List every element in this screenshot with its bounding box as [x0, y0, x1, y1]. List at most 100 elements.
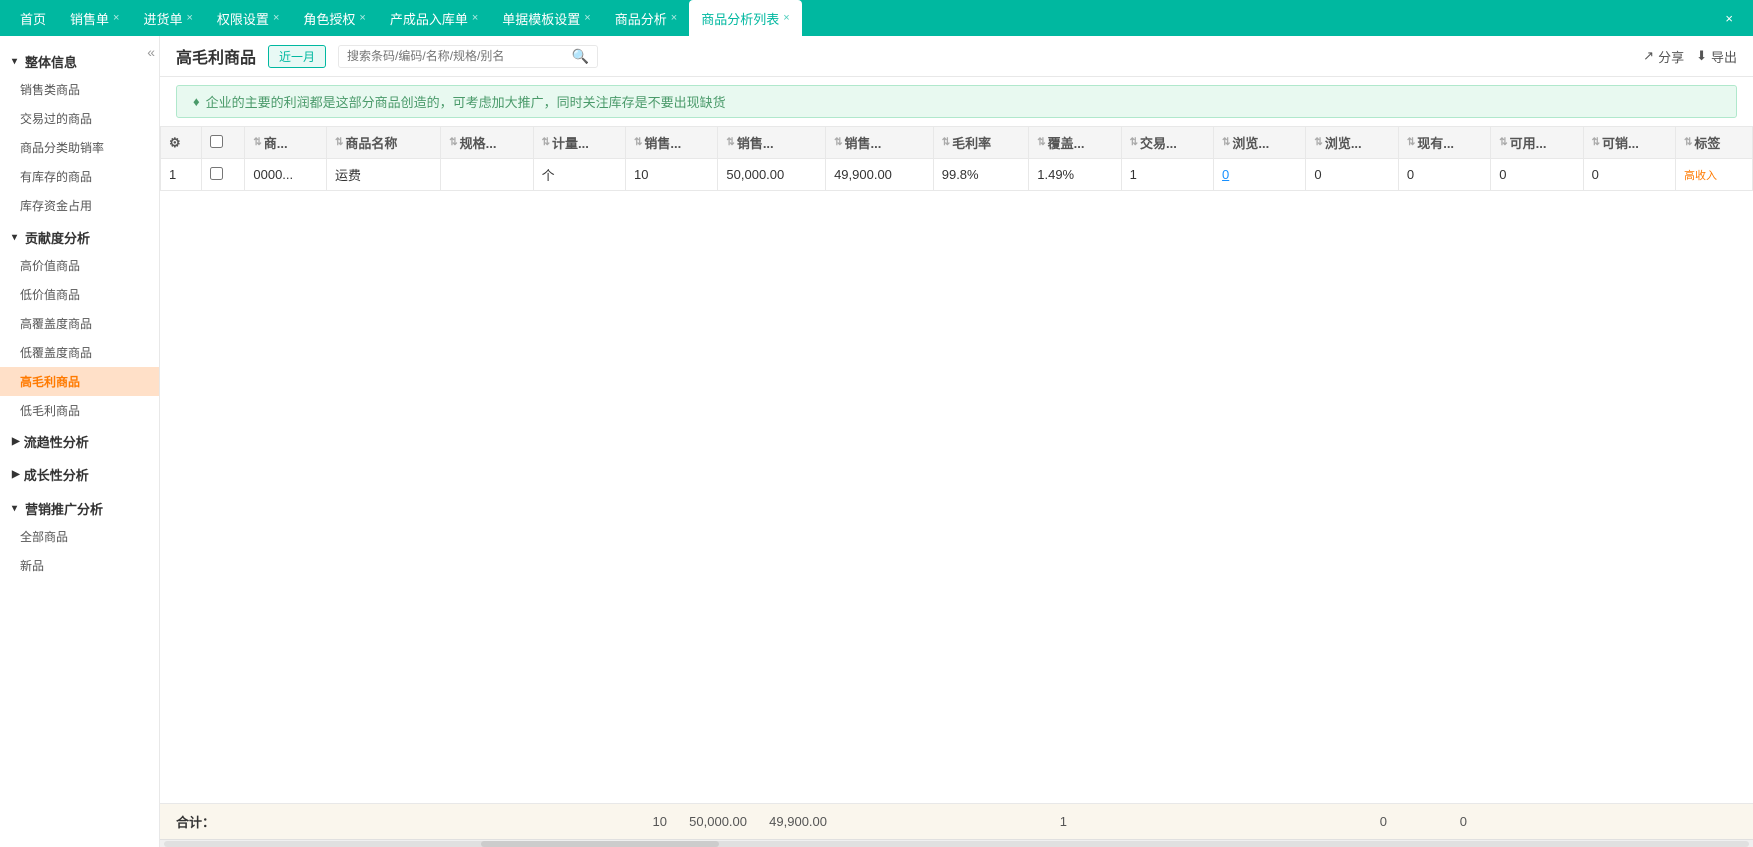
col-header-code[interactable]: ⇅商... — [245, 127, 327, 159]
horizontal-scrollbar[interactable] — [160, 839, 1753, 847]
sidebar-item-高毛利商品[interactable]: 高毛利商品 — [0, 367, 159, 396]
col-header-sales_amount[interactable]: ⇅销售... — [718, 127, 826, 159]
select-all-checkbox[interactable] — [210, 135, 223, 148]
col-header-sales_profit[interactable]: ⇅销售... — [826, 127, 934, 159]
period-btn-month[interactable]: 近一月 — [268, 45, 326, 68]
sidebar-item-销售类商品[interactable]: 销售类商品 — [0, 75, 159, 104]
sort-icon-tag: ⇅ — [1684, 137, 1692, 148]
row-checkbox-0[interactable] — [210, 167, 223, 180]
info-icon: ♦ — [193, 94, 200, 109]
nav-item-单据模板设置[interactable]: 单据模板设置× — [490, 0, 602, 36]
browse1-link[interactable]: 0 — [1222, 167, 1229, 182]
sort-icon-gross_rate: ⇅ — [942, 137, 950, 148]
col-header-gross_rate[interactable]: ⇅毛利率 — [933, 127, 1029, 159]
sidebar-item-高价值商品[interactable]: 高价值商品 — [0, 251, 159, 280]
sidebar-group-营销推广分析[interactable]: ▾营销推广分析 — [0, 491, 159, 522]
cell-coverage-0: 1.49% — [1029, 159, 1121, 191]
nav-close-单据模板设置[interactable]: × — [584, 12, 590, 24]
nav-close-权限设置[interactable]: × — [273, 12, 279, 24]
nav-item-商品分析列表[interactable]: 商品分析列表× — [689, 0, 801, 36]
footer-cell-8: 49,900.00 — [755, 814, 835, 829]
col-header-spec[interactable]: ⇅规格... — [441, 127, 533, 159]
sidebar-group-贡献度分析[interactable]: ▾贡献度分析 — [0, 220, 159, 251]
cell-index-0: 1 — [161, 159, 202, 191]
col-header-transaction[interactable]: ⇅交易... — [1121, 127, 1213, 159]
app-close-btn[interactable]: × — [1713, 0, 1745, 36]
sidebar-item-库存资金占用[interactable]: 库存资金占用 — [0, 191, 159, 220]
info-text: 企业的主要的利润都是这部分商品创造的，可考虑加大推广，同时关注库存是不要出现缺货 — [206, 92, 726, 111]
nav-item-商品分析[interactable]: 商品分析× — [603, 0, 689, 36]
data-table: ⚙⇅商...⇅商品名称⇅规格...⇅计量...⇅销售...⇅销售...⇅销售..… — [160, 126, 1753, 191]
search-input[interactable] — [347, 49, 572, 63]
sidebar-item-低毛利商品[interactable]: 低毛利商品 — [0, 396, 159, 425]
settings-icon[interactable]: ⚙ — [169, 135, 181, 151]
export-btn[interactable]: ⬇ 导出 — [1696, 47, 1737, 66]
footer-cell-7: 50,000.00 — [675, 814, 755, 829]
nav-item-首页[interactable]: 首页 — [8, 0, 58, 36]
nav-item-进货单[interactable]: 进货单× — [131, 0, 204, 36]
chevron-down-icon: ▾ — [12, 503, 17, 514]
col-header-tag[interactable]: ⇅标签 — [1675, 127, 1752, 159]
cell-browse2-0: 0 — [1306, 159, 1398, 191]
nav-item-权限设置[interactable]: 权限设置× — [205, 0, 291, 36]
nav-item-产成品入库单[interactable]: 产成品入库单× — [378, 0, 490, 36]
col-header-saleable[interactable]: ⇅可销... — [1583, 127, 1675, 159]
col-header-browse2[interactable]: ⇅浏览... — [1306, 127, 1398, 159]
sidebar-item-交易过的商品[interactable]: 交易过的商品 — [0, 104, 159, 133]
col-header-sales_qty[interactable]: ⇅销售... — [626, 127, 718, 159]
sidebar-group-expand-成长性分析[interactable]: ▶成长性分析 — [0, 458, 159, 491]
sidebar-group-整体信息[interactable]: ▾整体信息 — [0, 44, 159, 75]
nav-item-销售单[interactable]: 销售单× — [58, 0, 131, 36]
cell-spec-0 — [441, 159, 533, 191]
nav-close-角色授权[interactable]: × — [359, 12, 365, 24]
cell-checkbox-0 — [202, 159, 245, 191]
chevron-down-icon: ▾ — [12, 56, 17, 67]
cell-name-0: 运费 — [327, 159, 441, 191]
share-icon: ↗ — [1643, 48, 1654, 64]
sidebar-collapse-btn[interactable]: « — [147, 44, 155, 60]
sidebar-item-新品[interactable]: 新品 — [0, 551, 159, 580]
sidebar-item-低覆盖度商品[interactable]: 低覆盖度商品 — [0, 338, 159, 367]
footer-label: 合计： — [176, 812, 215, 831]
export-icon: ⬇ — [1696, 48, 1707, 64]
col-header-browse1[interactable]: ⇅浏览... — [1214, 127, 1306, 159]
nav-item-角色授权[interactable]: 角色授权× — [291, 0, 377, 36]
nav-close-进货单[interactable]: × — [186, 12, 192, 24]
sort-icon-saleable: ⇅ — [1592, 137, 1600, 148]
sort-icon-unit: ⇅ — [542, 137, 550, 148]
header-right: ↗ 分享 ⬇ 导出 — [1643, 47, 1737, 66]
col-header-available[interactable]: ⇅可用... — [1491, 127, 1583, 159]
footer-cell-13 — [1155, 814, 1235, 829]
nav-close-商品分析[interactable]: × — [671, 12, 677, 24]
nav-close-商品分析列表[interactable]: × — [783, 12, 789, 24]
sidebar-item-商品分类助销率[interactable]: 商品分类助销率 — [0, 133, 159, 162]
col-header-name[interactable]: ⇅商品名称 — [327, 127, 441, 159]
sidebar-item-低价值商品[interactable]: 低价值商品 — [0, 280, 159, 309]
cell-sales_profit-0: 49,900.00 — [826, 159, 934, 191]
search-box: 🔍 — [338, 45, 598, 68]
nav-close-产成品入库单[interactable]: × — [472, 12, 478, 24]
cell-available-0: 0 — [1491, 159, 1583, 191]
share-btn[interactable]: ↗ 分享 — [1643, 47, 1684, 66]
search-icon[interactable]: 🔍 — [572, 48, 589, 65]
col-header-current_stock[interactable]: ⇅现有... — [1398, 127, 1490, 159]
sidebar-item-有库存的商品[interactable]: 有库存的商品 — [0, 162, 159, 191]
cell-tag-0[interactable]: 高收入 — [1675, 159, 1752, 191]
sidebar-item-全部商品[interactable]: 全部商品 — [0, 522, 159, 551]
scrollbar-thumb[interactable] — [481, 841, 719, 847]
share-label: 分享 — [1658, 47, 1684, 66]
col-header-index[interactable]: ⚙ — [161, 127, 202, 159]
cell-browse1-0[interactable]: 0 — [1214, 159, 1306, 191]
nav-close-销售单[interactable]: × — [113, 12, 119, 24]
footer-cell-3 — [355, 814, 475, 829]
table-row: 10000...运费个1050,000.0049,900.0099.8%1.49… — [161, 159, 1753, 191]
footer-cell-6: 10 — [595, 814, 675, 829]
sort-icon-browse2: ⇅ — [1314, 137, 1322, 148]
sidebar-item-高覆盖度商品[interactable]: 高覆盖度商品 — [0, 309, 159, 338]
col-header-unit[interactable]: ⇅计量... — [533, 127, 625, 159]
col-header-checkbox[interactable] — [202, 127, 245, 159]
col-header-coverage[interactable]: ⇅覆盖... — [1029, 127, 1121, 159]
footer-cell-11: 1 — [995, 814, 1075, 829]
scrollbar-track — [164, 841, 1749, 847]
sidebar-group-expand-流趋性分析[interactable]: ▶流趋性分析 — [0, 425, 159, 458]
